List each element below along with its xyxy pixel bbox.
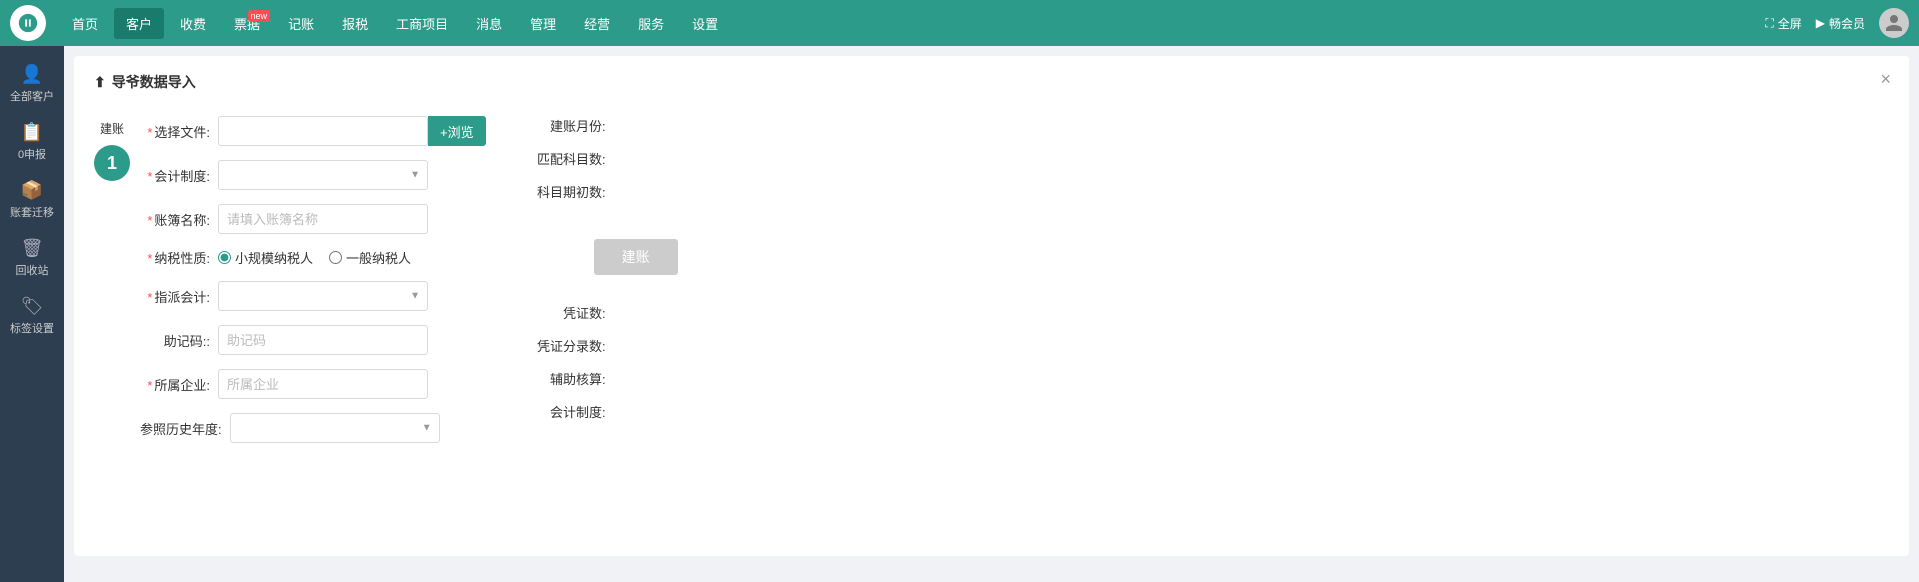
- tax-radio-group: 小规模纳税人 一般纳税人: [218, 248, 411, 267]
- split-label: 凭证分录数:: [526, 336, 606, 355]
- file-input-wrapper: +浏览: [218, 116, 486, 146]
- info-month-row: 建账月份:: [526, 116, 746, 135]
- sidebar: 👤 全部客户 📋 0申报 📦 账套迁移 🗑 回收站 🏷 标签设置: [0, 46, 64, 582]
- bookname-input[interactable]: [218, 204, 428, 234]
- nav-messages[interactable]: 消息: [464, 8, 514, 39]
- accounting-label: *会计制度:: [140, 166, 210, 185]
- sidebar-item-label: 账套迁移: [10, 204, 54, 220]
- tax-general-input[interactable]: [329, 251, 342, 264]
- history-select[interactable]: [230, 413, 440, 443]
- top-navigation: 首页 客户 收费 票据 new 记账 报税 工商项目 消息 管理 经营 服务 设…: [0, 0, 1919, 46]
- main-content: ⬆ 导爷数据导入 × 建账 1: [64, 46, 1919, 582]
- tax-row: *纳税性质: 小规模纳税人 一般纳税人: [140, 248, 486, 267]
- assign-row: *指派会计: ▼: [140, 281, 486, 311]
- logo[interactable]: [10, 5, 46, 41]
- title-icon: ⬆: [94, 74, 106, 91]
- accounting-row: *会计制度: ▼: [140, 160, 486, 190]
- fullscreen-button[interactable]: ⛶ 全屏: [1765, 15, 1801, 32]
- info-split-row: 凭证分录数:: [526, 336, 746, 355]
- nav-invoices[interactable]: 票据 new: [222, 8, 272, 39]
- play-icon: ▶: [1816, 16, 1825, 30]
- avatar[interactable]: [1879, 8, 1909, 38]
- memo-row: 助记码::: [140, 325, 486, 355]
- sidebar-item-declaration[interactable]: 📋 0申报: [0, 114, 64, 170]
- tax-general-radio[interactable]: 一般纳税人: [329, 248, 411, 267]
- sidebar-item-migration[interactable]: 📦 账套迁移: [0, 172, 64, 228]
- aux-label: 辅助核算:: [526, 369, 606, 388]
- history-row: 参照历史年度: ▼: [140, 413, 486, 443]
- nav-services[interactable]: 服务: [626, 8, 676, 39]
- nav-fees[interactable]: 收费: [168, 8, 218, 39]
- bookname-label: *账簿名称:: [140, 210, 210, 229]
- nav-bookkeeping[interactable]: 记账: [276, 8, 326, 39]
- assign-label: *指派会计:: [140, 287, 210, 306]
- file-path-input[interactable]: [218, 116, 428, 146]
- customers-icon: 👤: [21, 64, 43, 85]
- voucher-label: 凭证数:: [526, 303, 606, 322]
- new-badge: new: [248, 10, 271, 23]
- form-left-section: 建账 1 *选择文件: +浏览: [94, 116, 486, 443]
- sidebar-item-label: 回收站: [16, 262, 49, 278]
- nav-settings[interactable]: 设置: [680, 8, 730, 39]
- nav-customers[interactable]: 客户: [114, 8, 164, 39]
- accounting-select[interactable]: [218, 160, 428, 190]
- company-label: *所属企业:: [140, 375, 210, 394]
- info-panel: 建账月份: 匹配科目数: 科目期初数: 建账: [526, 116, 746, 443]
- memo-input[interactable]: [218, 325, 428, 355]
- info-match-row: 匹配科目数:: [526, 149, 746, 168]
- browse-button[interactable]: +浏览: [428, 116, 486, 146]
- nav-business[interactable]: 工商项目: [384, 8, 460, 39]
- step-label: 建账: [100, 120, 124, 137]
- form-fields: *选择文件: +浏览 *会计制度:: [140, 116, 486, 443]
- history-select-wrapper: ▼: [230, 413, 440, 443]
- file-row: *选择文件: +浏览: [140, 116, 486, 146]
- tax-label: *纳税性质:: [140, 248, 210, 267]
- migration-icon: 📦: [21, 180, 43, 201]
- nav-tax[interactable]: 报税: [330, 8, 380, 39]
- build-btn-wrapper: 建账: [526, 229, 746, 275]
- nav-operations[interactable]: 经营: [572, 8, 622, 39]
- assign-select-wrapper: ▼: [218, 281, 428, 311]
- close-button[interactable]: ×: [1880, 70, 1891, 88]
- declaration-icon: 📋: [21, 122, 43, 143]
- nav-home[interactable]: 首页: [60, 8, 110, 39]
- assign-select[interactable]: [218, 281, 428, 311]
- info-aux-row: 辅助核算:: [526, 369, 746, 388]
- sidebar-item-label: 标签设置: [10, 320, 54, 336]
- step-circle: 1: [94, 145, 130, 181]
- memo-label: 助记码::: [140, 331, 210, 350]
- tax-small-input[interactable]: [218, 251, 231, 264]
- content-panel: ⬆ 导爷数据导入 × 建账 1: [74, 56, 1909, 556]
- sidebar-item-label: 0申报: [18, 146, 46, 162]
- topnav-right: ⛶ 全屏 ▶ 畅会员: [1765, 8, 1909, 38]
- panel-title: ⬆ 导爷数据导入: [94, 72, 1889, 92]
- system-label: 会计制度:: [526, 402, 606, 421]
- info-voucher-row: 凭证数:: [526, 303, 746, 322]
- tag-icon: 🏷: [21, 296, 44, 317]
- month-label: 建账月份:: [526, 116, 606, 135]
- accounting-select-wrapper: ▼: [218, 160, 428, 190]
- company-input[interactable]: [218, 369, 428, 399]
- match-label: 匹配科目数:: [526, 149, 606, 168]
- sidebar-item-tags[interactable]: 🏷 标签设置: [0, 288, 64, 344]
- period-label: 科目期初数:: [526, 182, 606, 201]
- build-account-button[interactable]: 建账: [594, 239, 678, 275]
- member-button[interactable]: ▶ 畅会员: [1816, 15, 1865, 32]
- fullscreen-icon: ⛶: [1765, 16, 1773, 31]
- nav-management[interactable]: 管理: [518, 8, 568, 39]
- form-wrapper: 建账 1 *选择文件: +浏览: [94, 116, 1889, 443]
- file-label: *选择文件:: [140, 122, 210, 141]
- sidebar-item-recycle[interactable]: 🗑 回收站: [0, 230, 64, 286]
- info-system-row: 会计制度:: [526, 402, 746, 421]
- info-period-row: 科目期初数:: [526, 182, 746, 201]
- tax-small-radio[interactable]: 小规模纳税人: [218, 248, 313, 267]
- recycle-icon: 🗑: [21, 238, 44, 259]
- bookname-row: *账簿名称:: [140, 204, 486, 234]
- history-label: 参照历史年度:: [140, 419, 222, 438]
- sidebar-item-label: 全部客户: [10, 88, 54, 104]
- company-row: *所属企业:: [140, 369, 486, 399]
- sidebar-item-all-customers[interactable]: 👤 全部客户: [0, 56, 64, 112]
